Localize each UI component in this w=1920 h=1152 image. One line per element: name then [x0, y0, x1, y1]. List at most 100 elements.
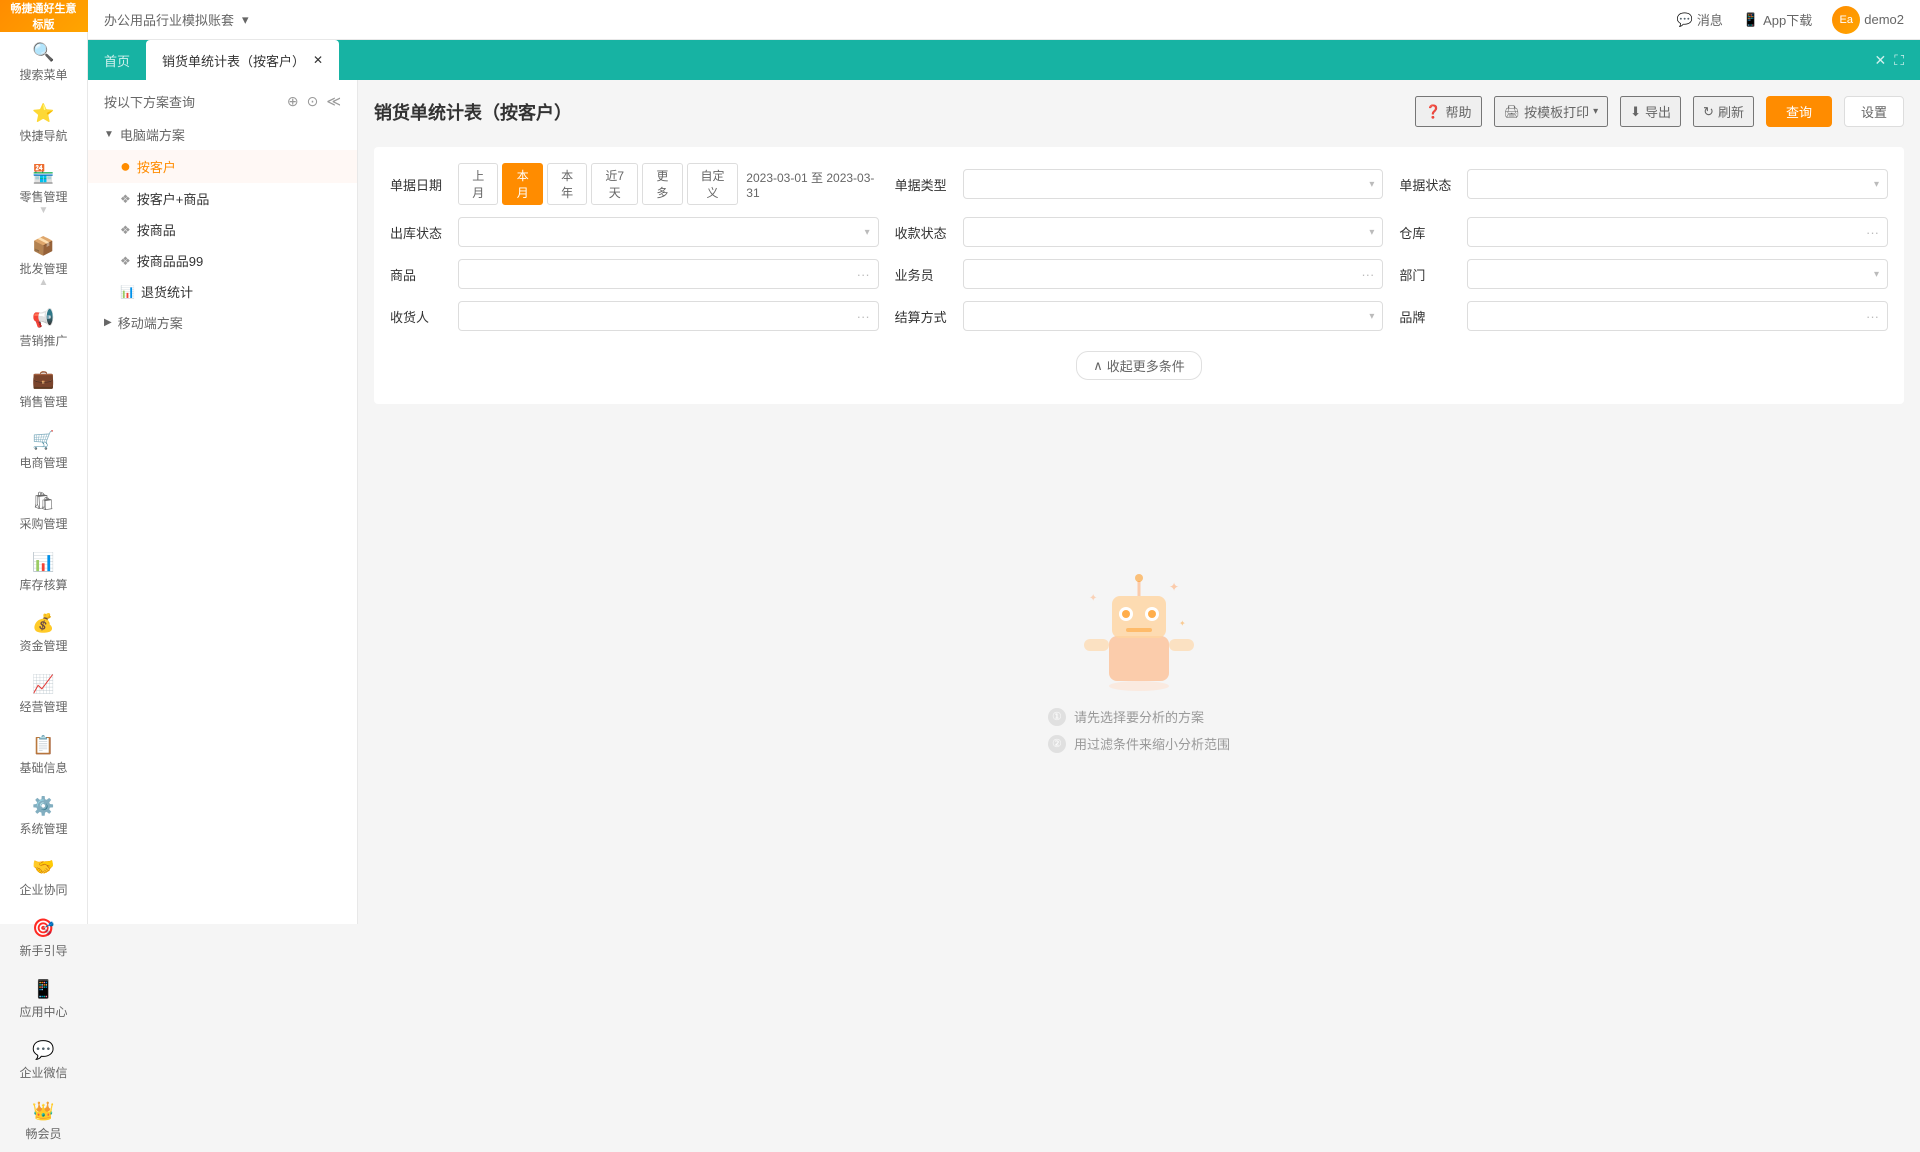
collapse-panel-icon[interactable]: ≪	[326, 93, 341, 110]
settings-scheme-icon[interactable]: ⊙	[307, 93, 319, 110]
refresh-button[interactable]: ↻ 刷新	[1693, 96, 1754, 127]
tree-arrow-right-icon: ▶	[104, 317, 112, 328]
app-logo: 畅捷通好生意 标版	[0, 0, 88, 32]
user-menu[interactable]: Ea demo2	[1832, 6, 1904, 34]
tab-home[interactable]: 首页	[88, 40, 146, 80]
doc-type-input[interactable]: ▾	[963, 169, 1384, 199]
breadcrumb-dropdown-icon[interactable]: ▾	[242, 12, 249, 28]
receiver-label: 收货人	[390, 307, 450, 326]
sidebar-item-shortcuts[interactable]: ⭐ 快捷导航	[0, 93, 88, 154]
tabbar: 首页 销货单统计表（按客户） ✕ ✕ ⛶	[88, 40, 1920, 80]
sidebar-item-sales[interactable]: 💼 销售管理	[0, 359, 88, 420]
goods-label: 商品	[390, 265, 450, 284]
filter-goods: 商品 ···	[390, 259, 879, 289]
empty-state: ✦ ✦ ✦ ① 请先选择要分析的方案 ② 用过滤条件来缩小分析范围	[374, 416, 1904, 908]
tree-item-by-goods[interactable]: ❖ 按商品	[88, 214, 357, 245]
tree-item-by-customer[interactable]: ● 按客户	[88, 150, 357, 183]
salesperson-input[interactable]: ···	[963, 259, 1384, 289]
date-custom[interactable]: 自定义	[687, 163, 739, 205]
filter-salesperson: 业务员 ···	[895, 259, 1384, 289]
tree-item-by-goods-99[interactable]: ❖ 按商品品99	[88, 245, 357, 276]
sidebar-item-basic[interactable]: 📋 基础信息	[0, 725, 88, 786]
sidebar-item-retail[interactable]: 🏪 零售管理 ▼	[0, 154, 88, 226]
empty-tips: ① 请先选择要分析的方案 ② 用过滤条件来缩小分析范围	[1048, 707, 1230, 753]
tip-text-2: 用过滤条件来缩小分析范围	[1074, 734, 1230, 753]
sidebar-item-label: 批发管理	[19, 260, 67, 277]
tab-close-icon[interactable]: ✕	[313, 53, 323, 67]
empty-tip-2: ② 用过滤条件来缩小分析范围	[1048, 734, 1230, 753]
sidebar-item-wholesale[interactable]: 📦 批发管理 ▲	[0, 226, 88, 298]
sidebar-item-purchase[interactable]: 🛍 采购管理	[0, 481, 88, 542]
sidebar-item-label: 电商管理	[19, 454, 67, 471]
tab-sales-stats[interactable]: 销货单统计表（按客户） ✕	[146, 40, 339, 80]
sidebar-item-vip[interactable]: 👑 畅会员	[0, 1091, 88, 1152]
sidebar-item-marketing[interactable]: 📢 营销推广	[0, 298, 88, 359]
brand-input[interactable]: ···	[1467, 301, 1888, 331]
print-button[interactable]: 🖨 按模板打印 ▾	[1494, 96, 1609, 127]
date-this-month[interactable]: 本月	[502, 163, 542, 205]
sidebar-item-finance[interactable]: 💰 资金管理	[0, 603, 88, 664]
search-icon: 🔍	[32, 42, 54, 63]
tree-item-label: 按商品	[137, 220, 176, 239]
sidebar-item-label: 企业微信	[19, 1064, 67, 1081]
date-more[interactable]: 更多	[642, 163, 682, 205]
filter-receipt-status: 收款状态 ▾	[895, 217, 1384, 247]
sidebar-item-system[interactable]: ⚙️ 系统管理	[0, 786, 88, 847]
svg-text:✦: ✦	[1089, 593, 1097, 604]
filter-row-4: 收货人 ··· 结算方式 ▾ 品牌	[390, 301, 1888, 331]
collapse-button[interactable]: ∧ 收起更多条件	[1076, 351, 1202, 380]
chart-icon3: ❖	[120, 254, 131, 268]
sidebar-item-newbie[interactable]: 🎯 新手引导	[0, 908, 88, 969]
brand-more-icon: ···	[1866, 309, 1879, 324]
goods-more-icon: ···	[857, 267, 870, 282]
sidebar-item-search[interactable]: 🔍 搜索菜单	[0, 32, 88, 93]
query-button[interactable]: 查询	[1766, 96, 1832, 127]
sidebar-item-inventory[interactable]: 📊 库存核算	[0, 542, 88, 603]
doc-type-dropdown-icon: ▾	[1369, 179, 1374, 190]
app-download-button[interactable]: 📱 App下载	[1743, 10, 1812, 29]
doc-status-input[interactable]: ▾	[1467, 169, 1888, 199]
sidebar-item-operations[interactable]: 📈 经营管理	[0, 664, 88, 725]
wholesale-icon: 📦	[32, 236, 54, 257]
help-button[interactable]: ❓ 帮助	[1415, 96, 1481, 127]
out-status-input[interactable]: ▾	[458, 217, 879, 247]
sidebar-item-label: 零售管理	[19, 188, 67, 205]
date-last-month[interactable]: 上月	[458, 163, 498, 205]
tree-item-by-customer-goods[interactable]: ❖ 按客户+商品	[88, 183, 357, 214]
maximize-icon[interactable]: ⛶	[1894, 52, 1904, 69]
tree-active-dot: ●	[120, 156, 131, 177]
goods-input[interactable]: ···	[458, 259, 879, 289]
tree-item-return-stats[interactable]: 📊 退货统计	[88, 276, 357, 307]
content-area: 按以下方案查询 ⊕ ⊙ ≪ ▼ 电脑端方案 ● 按客户 ❖ 按客户+商品	[88, 80, 1920, 924]
sidebar-item-ecommerce[interactable]: 🛒 电商管理	[0, 420, 88, 481]
warehouse-input[interactable]: ···	[1467, 217, 1888, 247]
message-button[interactable]: 💬 消息	[1677, 10, 1723, 29]
tree-item-label: 按客户	[137, 157, 176, 176]
collapse-row: ∧ 收起更多条件	[390, 343, 1888, 388]
receiver-input[interactable]: ···	[458, 301, 879, 331]
tree-mobile-section[interactable]: ▶ 移动端方案	[88, 307, 357, 338]
sidebar-item-wechat[interactable]: 💬 企业微信	[0, 1030, 88, 1091]
sales-icon: 💼	[32, 369, 54, 390]
department-input[interactable]: ▾	[1467, 259, 1888, 289]
left-panel-title: 按以下方案查询	[104, 92, 195, 111]
date-label: 单据日期	[390, 175, 450, 194]
close-window-icon[interactable]: ✕	[1874, 52, 1886, 69]
settings-button[interactable]: 设置	[1844, 96, 1904, 127]
date-this-year[interactable]: 本年	[547, 163, 587, 205]
sidebar-item-apps[interactable]: 📱 应用中心	[0, 969, 88, 1030]
print-dropdown-icon: ▾	[1593, 106, 1598, 117]
date-last-7-days[interactable]: 近7天	[591, 163, 638, 205]
sidebar-item-label: 采购管理	[19, 515, 67, 532]
salesperson-more-icon: ···	[1361, 267, 1374, 282]
sidebar-item-enterprise[interactable]: 🤝 企业协同	[0, 847, 88, 908]
logo-subtext: 标版	[33, 16, 55, 32]
settlement-label: 结算方式	[895, 307, 955, 326]
sidebar-item-label: 畅会员	[25, 1125, 61, 1142]
export-button[interactable]: ⬇ 导出	[1620, 96, 1681, 127]
tree-desktop-section[interactable]: ▼ 电脑端方案	[88, 119, 357, 150]
settlement-input[interactable]: ▾	[963, 301, 1384, 331]
add-scheme-icon[interactable]: ⊕	[287, 93, 299, 110]
filter-brand: 品牌 ···	[1399, 301, 1888, 331]
receipt-status-input[interactable]: ▾	[963, 217, 1384, 247]
